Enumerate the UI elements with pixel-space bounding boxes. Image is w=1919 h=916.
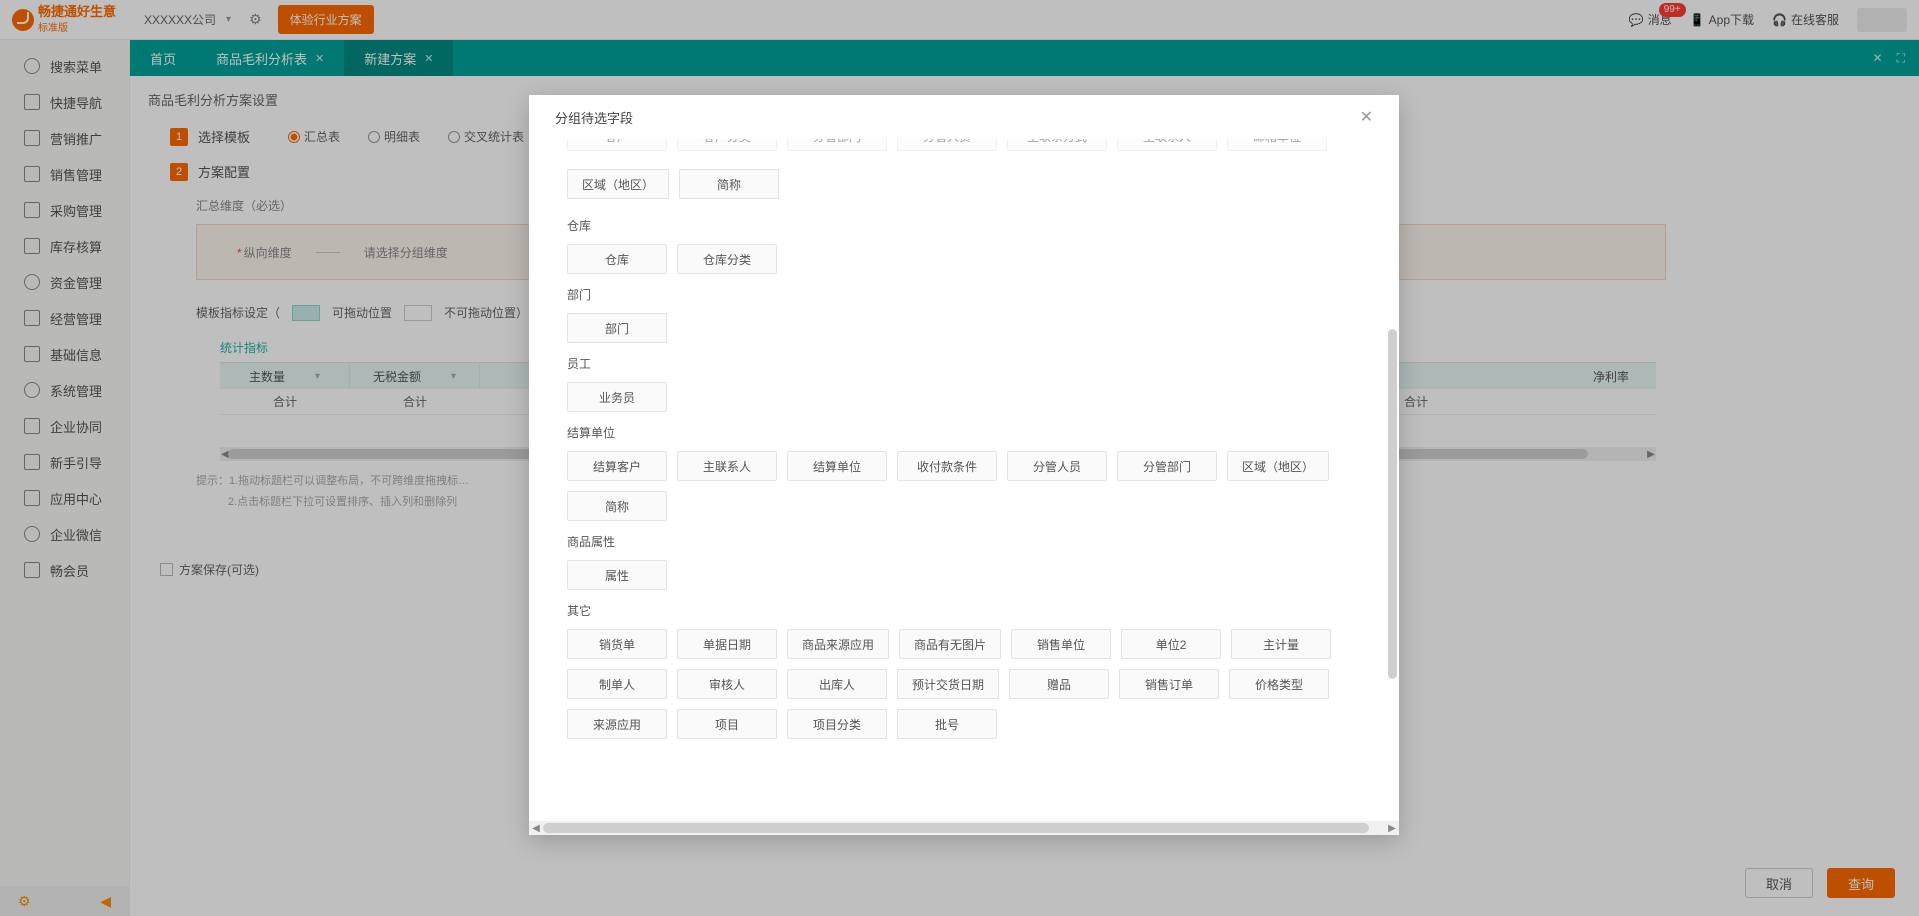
field-tag[interactable]: 邮箱单位 (1227, 139, 1327, 151)
field-tag[interactable]: 制单人 (567, 669, 667, 699)
modal-hscrollbar[interactable]: ◀ ▶ (529, 821, 1399, 835)
field-tag[interactable]: 客户分类 (677, 139, 777, 151)
modal-body: 客户 客户分类 分管部门 分管人员 主联系方式 主联系人 邮箱单位 区域（地区）… (529, 139, 1399, 821)
field-tag[interactable]: 项目 (677, 709, 777, 739)
scroll-right-icon[interactable]: ▶ (1385, 821, 1399, 835)
modal-scroll-area[interactable]: 客户 客户分类 分管部门 分管人员 主联系方式 主联系人 邮箱单位 区域（地区）… (529, 139, 1399, 821)
field-tag[interactable]: 仓库分类 (677, 244, 777, 274)
field-tag[interactable]: 分管人员 (897, 139, 997, 151)
field-tag[interactable]: 赠品 (1009, 669, 1109, 699)
field-row: 销货单 单据日期 商品来源应用 商品有无图片 销售单位 单位2 主计量 制单人 … (567, 629, 1375, 739)
field-row: 区域（地区） 简称 (567, 169, 1375, 199)
field-tag[interactable]: 客户 (567, 139, 667, 151)
field-tag[interactable]: 批号 (897, 709, 997, 739)
field-tag[interactable]: 销售订单 (1119, 669, 1219, 699)
field-tag[interactable]: 区域（地区） (567, 169, 669, 199)
field-tag[interactable]: 区域（地区） (1227, 451, 1329, 481)
field-tag[interactable]: 简称 (679, 169, 779, 199)
field-tag[interactable]: 简称 (567, 491, 667, 521)
field-tag[interactable]: 主联系人 (1117, 139, 1217, 151)
field-tag[interactable]: 项目分类 (787, 709, 887, 739)
group-title-staff: 员工 (567, 355, 1375, 372)
field-tag[interactable]: 收付款条件 (897, 451, 997, 481)
field-row: 仓库 仓库分类 (567, 244, 1375, 274)
field-tag[interactable]: 销货单 (567, 629, 667, 659)
field-tag[interactable]: 仓库 (567, 244, 667, 274)
field-tag[interactable]: 单据日期 (677, 629, 777, 659)
field-row: 属性 (567, 560, 1375, 590)
field-tag[interactable]: 预计交货日期 (897, 669, 999, 699)
field-tag[interactable]: 销售单位 (1011, 629, 1111, 659)
field-tag[interactable]: 出库人 (787, 669, 887, 699)
field-row: 部门 (567, 313, 1375, 343)
scrollbar-thumb[interactable] (1388, 329, 1397, 679)
field-tag[interactable]: 业务员 (567, 382, 667, 412)
field-row-partial: 客户 客户分类 分管部门 分管人员 主联系方式 主联系人 邮箱单位 (567, 139, 1375, 151)
modal-title: 分组待选字段 (555, 108, 633, 127)
field-tag[interactable]: 结算单位 (787, 451, 887, 481)
close-icon[interactable]: ✕ (1360, 107, 1373, 127)
modal-header: 分组待选字段 ✕ (529, 95, 1399, 139)
field-row: 业务员 (567, 382, 1375, 412)
field-tag[interactable]: 部门 (567, 313, 667, 343)
modal-vscrollbar[interactable] (1386, 139, 1399, 807)
field-tag[interactable]: 结算客户 (567, 451, 667, 481)
field-row: 结算客户 主联系人 结算单位 收付款条件 分管人员 分管部门 区域（地区） 简称 (567, 451, 1375, 521)
field-tag[interactable]: 分管部门 (787, 139, 887, 151)
group-field-modal: 分组待选字段 ✕ 客户 客户分类 分管部门 分管人员 主联系方式 主联系人 邮箱… (529, 95, 1399, 835)
field-tag[interactable]: 属性 (567, 560, 667, 590)
field-tag[interactable]: 主计量 (1231, 629, 1331, 659)
field-tag[interactable]: 审核人 (677, 669, 777, 699)
field-tag[interactable]: 主联系方式 (1007, 139, 1107, 151)
group-title-settle: 结算单位 (567, 424, 1375, 441)
field-tag[interactable]: 主联系人 (677, 451, 777, 481)
group-title-dept: 部门 (567, 286, 1375, 303)
field-tag[interactable]: 商品来源应用 (787, 629, 889, 659)
scrollbar-thumb[interactable] (543, 823, 1369, 833)
field-tag[interactable]: 价格类型 (1229, 669, 1329, 699)
field-tag[interactable]: 分管人员 (1007, 451, 1107, 481)
group-title-other: 其它 (567, 602, 1375, 619)
field-tag[interactable]: 商品有无图片 (899, 629, 1001, 659)
field-tag[interactable]: 单位2 (1121, 629, 1221, 659)
scroll-left-icon[interactable]: ◀ (529, 821, 543, 835)
field-tag[interactable]: 分管部门 (1117, 451, 1217, 481)
group-title-warehouse: 仓库 (567, 217, 1375, 234)
group-title-attr: 商品属性 (567, 533, 1375, 550)
field-tag[interactable]: 来源应用 (567, 709, 667, 739)
